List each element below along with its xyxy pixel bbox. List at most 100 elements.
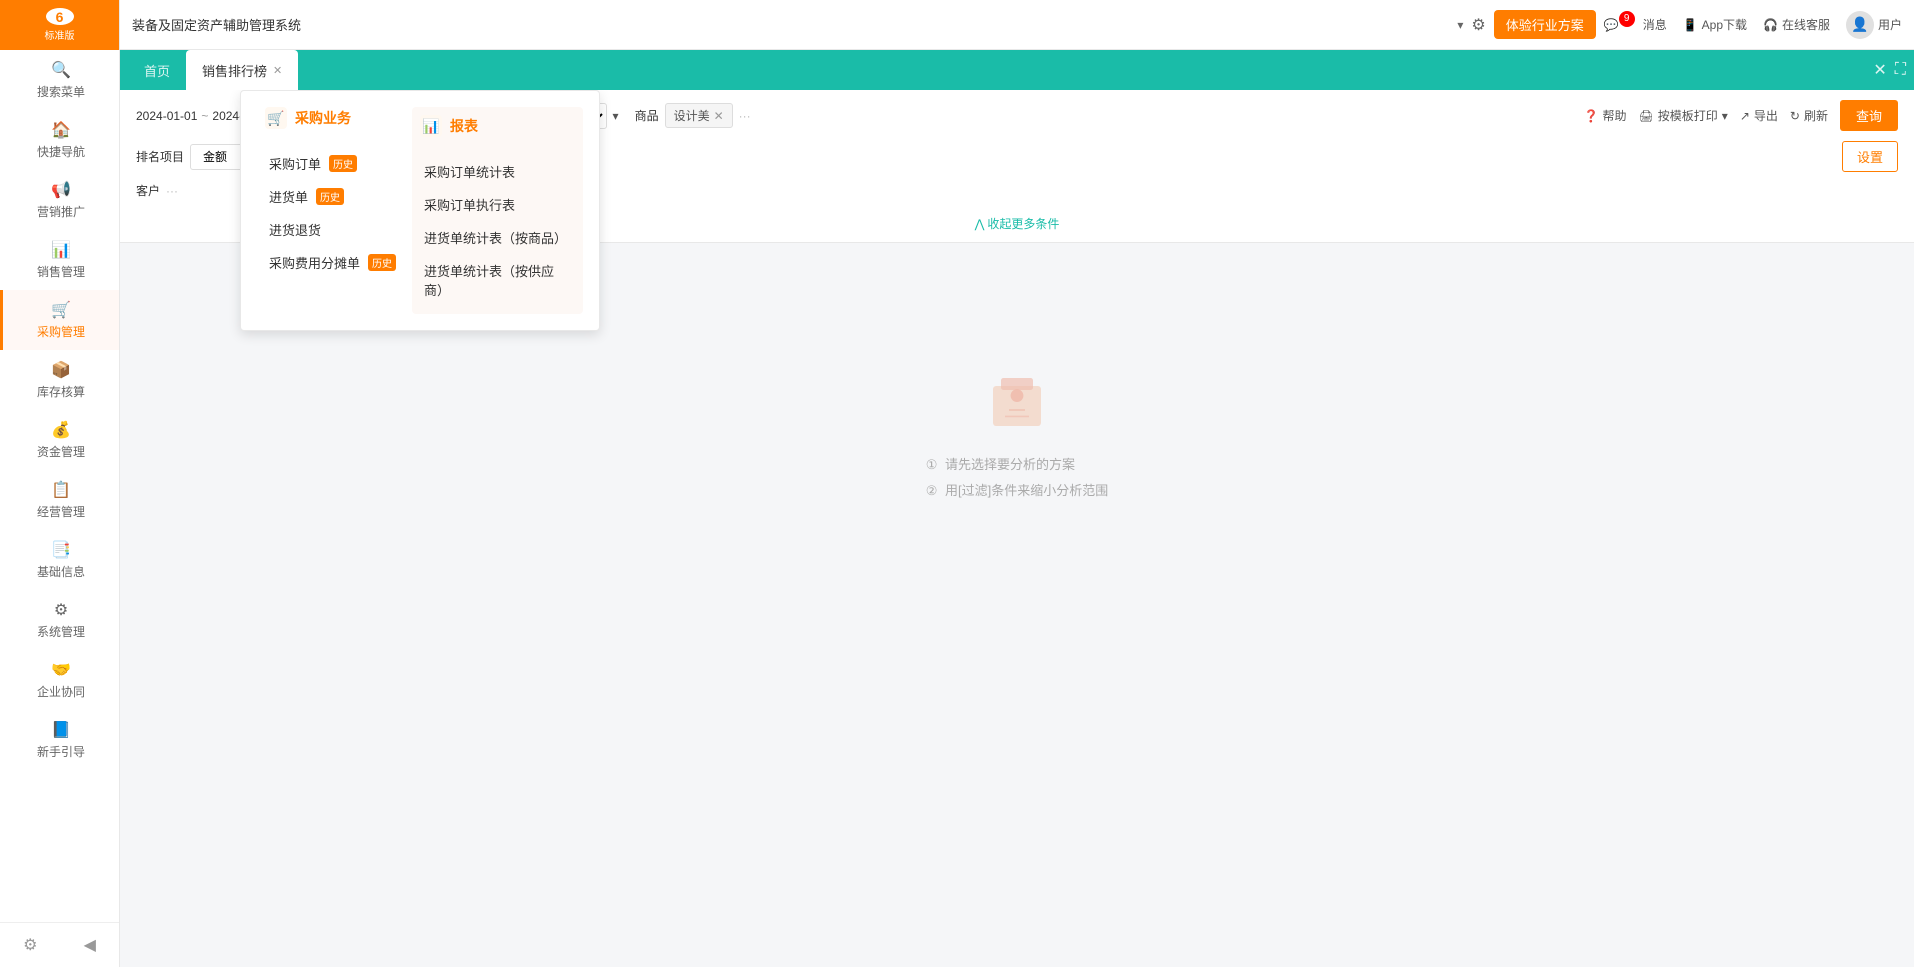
purchase-dropdown-menu: 🛒 采购业务 采购订单 历史 进货单 历史 进货退货 [240,90,600,331]
topbar: 装备及固定资产辅助管理系统 ▾ ⚙ 体验行业方案 💬 9 消息 📱 App下载 … [120,0,1914,50]
menu-item-return[interactable]: 进货退货 [265,213,411,246]
sidebar-item-inventory[interactable]: 📦 库存核算 [0,350,119,410]
logo-text: 标准版 [45,27,75,42]
menu-item-purchase-order[interactable]: 采购订单 历史 [265,147,411,180]
incoming-label: 进货单 [269,187,308,206]
goods-label: 商品 [635,107,659,124]
headset-icon: 🎧 [1763,18,1778,32]
tabbar-maximize-icon[interactable]: ⛶ [1895,61,1906,79]
topbar-system-title: 装备及固定资产辅助管理系统 [132,15,1449,34]
nav-label-operation: 经营管理 [37,503,85,520]
tab-sales-ranking[interactable]: 销售排行榜 ✕ [186,50,298,90]
query-button[interactable]: 查询 [1840,100,1898,131]
goods-tag: 设计美 ✕ [665,103,733,128]
sidebar-item-basic[interactable]: 📑 基础信息 [0,530,119,590]
tab-close-icon[interactable]: ✕ [273,64,282,77]
content-area: 2024-01-01 ~ 2024-12-31 近7天 更多 自定义 单据状态 … [120,90,1914,967]
incoming-history-badge: 历史 [316,188,344,205]
sidebar-bottom: ⚙ ◀ [0,922,119,967]
sidebar-settings-icon[interactable]: ⚙ [23,935,37,955]
menu-item-order-stat[interactable]: 采购订单统计表 [420,155,575,188]
dropdown-grid: 🛒 采购业务 采购订单 历史 进货单 历史 进货退货 [257,107,583,314]
print-icon: 🖨 [1639,109,1654,123]
message-icon: 💬 [1604,18,1619,32]
goods-tag-close[interactable]: ✕ [714,109,724,123]
sidebar-item-sales[interactable]: 📊 销售管理 [0,230,119,290]
purchase-order-history-badge: 历史 [329,155,357,172]
help-button[interactable]: ❓ 帮助 [1584,107,1627,124]
nav-label-guide: 新手引导 [37,743,85,760]
nav-icon-enterprise: 🤝 [51,660,71,680]
purchase-business-header: 🛒 采购业务 [265,107,411,135]
tabbar-close-all-icon[interactable]: ✕ [1873,60,1886,80]
nav-label-purchase: 采购管理 [37,323,85,340]
nav-icon-search: 🔍 [51,60,71,80]
industry-solution-button[interactable]: 体验行业方案 [1494,10,1596,39]
sidebar-item-marketing[interactable]: 📢 营销推广 [0,170,119,230]
topbar-settings-icon[interactable]: ⚙ [1471,15,1485,35]
toolbar-right: ❓ 帮助 🖨 按模板打印 ▾ ↗ 导出 ↻ 刷新 [1584,100,1898,131]
goods-more-btn[interactable]: ··· [739,109,751,123]
collapse-icon: ⋀ [975,217,985,231]
expense-history-badge: 历史 [368,254,396,271]
refresh-icon: ↻ [1790,109,1800,123]
nav-icon-basic: 📑 [51,540,71,560]
order-status-dropdown-icon: ▾ [613,109,619,123]
sidebar-collapse-icon[interactable]: ◀ [84,935,96,955]
online-service-button[interactable]: 🎧 在线客服 [1763,16,1830,33]
filter-customer: 客户 ··· [136,182,178,199]
empty-tips: ① 请先选择要分析的方案 ② 用[过滤]条件来缩小分析范围 [926,452,1109,504]
menu-item-incoming-stat-supplier[interactable]: 进货单统计表（按供应商） [420,254,575,306]
nav-icon-inventory: 📦 [51,360,71,380]
nav-label-search: 搜索菜单 [37,83,85,100]
nav-icon-operation: 📋 [51,480,71,500]
sidebar-item-guide[interactable]: 📘 新手引导 [0,710,119,770]
sidebar-item-system[interactable]: ⚙ 系统管理 [0,590,119,650]
menu-item-order-exec[interactable]: 采购订单执行表 [420,188,575,221]
nav-label-basic: 基础信息 [37,563,85,580]
nav-label-sales: 销售管理 [37,263,85,280]
sidebar: 6 标准版 🔍 搜索菜单 🏠 快捷导航 📢 营销推广 📊 销售管理 🛒 采购管理… [0,0,120,967]
tab-home-label: 首页 [144,61,170,80]
user-avatar-button[interactable]: 👤 用户 [1846,11,1902,39]
topbar-dropdown-arrow[interactable]: ▾ [1457,18,1463,32]
nav-label-quick-nav: 快捷导航 [37,143,85,160]
ranking-label: 排名项目 [136,148,184,165]
app-download-button[interactable]: 📱 App下载 [1683,16,1747,33]
date-start[interactable]: 2024-01-01 [136,109,197,123]
sidebar-item-search[interactable]: 🔍 搜索菜单 [0,50,119,110]
sidebar-item-finance[interactable]: 💰 资金管理 [0,410,119,470]
tabbar-right-controls: ✕ ⛶ [1873,60,1906,80]
sidebar-item-operation[interactable]: 📋 经营管理 [0,470,119,530]
refresh-button[interactable]: ↻ 刷新 [1790,107,1828,124]
goods-tag-value: 设计美 [674,107,710,124]
sidebar-item-quick-nav[interactable]: 🏠 快捷导航 [0,110,119,170]
menu-item-expense[interactable]: 采购费用分摊单 历史 [265,246,411,279]
print-dropdown-icon[interactable]: ▾ [1722,109,1728,123]
nav-icon-purchase: 🛒 [51,300,71,320]
messages-badge: 9 [1619,11,1635,27]
sidebar-nav: 🔍 搜索菜单 🏠 快捷导航 📢 营销推广 📊 销售管理 🛒 采购管理 📦 库存核… [0,50,119,922]
empty-illustration [977,362,1057,442]
purchase-business-icon: 🛒 [265,107,287,129]
collapse-button[interactable]: ⋀ 收起更多条件 [975,215,1060,232]
menu-item-incoming[interactable]: 进货单 历史 [265,180,411,213]
tab-home[interactable]: 首页 [128,50,186,90]
customer-more-btn[interactable]: ··· [166,184,178,198]
nav-icon-marketing: 📢 [51,180,71,200]
sidebar-item-enterprise[interactable]: 🤝 企业协同 [0,650,119,710]
nav-label-marketing: 营销推广 [37,203,85,220]
nav-icon-guide: 📘 [51,720,71,740]
nav-label-finance: 资金管理 [37,443,85,460]
export-button[interactable]: ↗ 导出 [1740,107,1778,124]
tab-sales-ranking-label: 销售排行榜 [202,61,267,80]
print-button[interactable]: 🖨 按模板打印 ▾ [1639,107,1728,124]
messages-button[interactable]: 💬 9 消息 [1604,16,1667,33]
messages-label: 消息 [1643,16,1667,33]
purchase-report-icon: 📊 [420,115,442,137]
menu-item-incoming-stat-goods[interactable]: 进货单统计表（按商品） [420,221,575,254]
nav-label-inventory: 库存核算 [37,383,85,400]
setting-button[interactable]: 设置 [1842,141,1898,172]
customer-label: 客户 [136,182,160,199]
sidebar-item-purchase[interactable]: 🛒 采购管理 [0,290,119,350]
